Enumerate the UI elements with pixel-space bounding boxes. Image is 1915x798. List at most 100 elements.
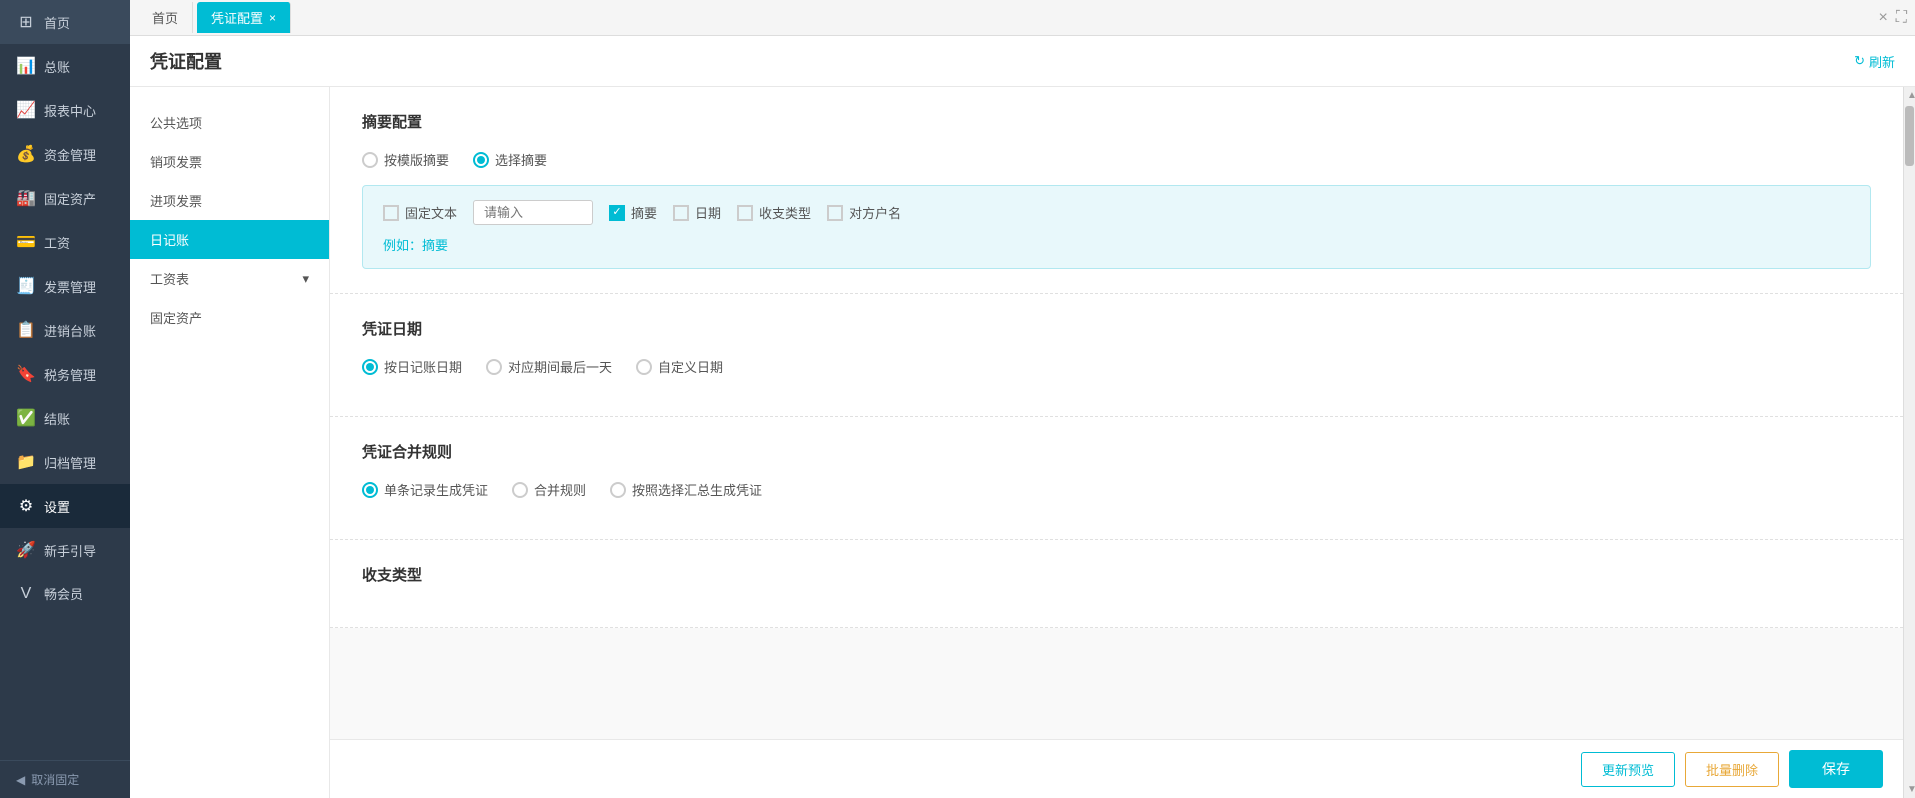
reports-icon: 📈 — [16, 100, 36, 120]
scrollbar-thumb[interactable] — [1905, 106, 1914, 166]
scroll-down-arrow[interactable]: ▼ — [1904, 781, 1915, 798]
sidebar-item-home[interactable]: ⊞首页 — [0, 0, 130, 44]
section-merge-rules: 凭证合并规则 单条记录生成凭证 合并规则 — [330, 417, 1903, 540]
radio-select-circle — [473, 152, 489, 168]
sidebar-label-archive: 归档管理 — [44, 453, 96, 472]
example-text: 例如：摘要 — [383, 235, 1850, 254]
merge-rules-radio-row: 单条记录生成凭证 合并规则 按照选择汇总生成凭证 — [362, 480, 1871, 499]
archive-icon: 📁 — [16, 452, 36, 472]
sidebar-item-settings[interactable]: ⚙设置 — [0, 484, 130, 528]
vip-icon: V — [16, 585, 36, 603]
sidebar-label-ledger: 总账 — [44, 57, 70, 76]
checkbox-date[interactable]: 日期 — [673, 203, 721, 222]
unpin-label: 取消固定 — [31, 771, 79, 788]
checkbox-income-type[interactable]: 收支类型 — [737, 203, 811, 222]
bottom-bar: 更新预览 批量删除 保存 — [330, 739, 1903, 798]
sidebar-item-settle[interactable]: ✅结账 — [0, 396, 130, 440]
tab-home[interactable]: 首页 — [138, 2, 193, 33]
left-nav-item-public[interactable]: 公共选项 — [130, 103, 329, 142]
checkbox-date-box — [673, 205, 689, 221]
left-nav-label-payroll: 工资表 — [150, 269, 189, 288]
tab-home-label: 首页 — [152, 11, 178, 26]
tab-voucher-config[interactable]: 凭证配置 × — [197, 2, 291, 33]
sidebar-item-funds[interactable]: 💰资金管理 — [0, 132, 130, 176]
scroll-up-arrow[interactable]: ▲ — [1904, 87, 1915, 104]
update-preview-button[interactable]: 更新预览 — [1581, 752, 1675, 787]
sidebar-item-assets[interactable]: 🏭固定资产 — [0, 176, 130, 220]
radio-merge-label: 合并规则 — [534, 480, 586, 499]
checkbox-fixed-text[interactable]: 固定文本 — [383, 203, 457, 222]
tab-bar: 首页 凭证配置 × × ⛶ — [130, 0, 1915, 36]
window-resize-btn[interactable]: ⛶ — [1896, 9, 1907, 27]
checkbox-counterparty-label: 对方户名 — [849, 203, 901, 222]
page-header: 凭证配置 ↻ 刷新 — [130, 36, 1915, 87]
window-close-btn[interactable]: × — [1878, 9, 1887, 27]
left-nav-item-fixed-assets[interactable]: 固定资产 — [130, 298, 329, 337]
sidebar-item-vip[interactable]: V畅会员 — [0, 572, 130, 615]
tab-bar-right: × ⛶ — [1878, 9, 1907, 27]
radio-select[interactable]: 选择摘要 — [473, 150, 547, 169]
window-scrollbar[interactable]: ▲ ▼ — [1903, 87, 1915, 798]
right-content: 摘要配置 按模版摘要 选择摘要 — [330, 87, 1903, 739]
radio-select-label: 选择摘要 — [495, 150, 547, 169]
settle-icon: ✅ — [16, 408, 36, 428]
refresh-button[interactable]: ↻ 刷新 — [1854, 52, 1895, 71]
radio-single[interactable]: 单条记录生成凭证 — [362, 480, 488, 499]
save-button[interactable]: 保存 — [1789, 750, 1883, 788]
left-nav-item-diary[interactable]: 日记账 — [130, 220, 329, 259]
example-label: 例如：摘要 — [383, 238, 448, 253]
sidebar-item-guide[interactable]: 🚀新手引导 — [0, 528, 130, 572]
fixed-text-input[interactable] — [473, 200, 593, 225]
batch-delete-button[interactable]: 批量删除 — [1685, 752, 1779, 787]
sidebar-label-tax: 税务管理 — [44, 365, 96, 384]
checkbox-counterparty[interactable]: 对方户名 — [827, 203, 901, 222]
body-layout: 公共选项销项发票进项发票日记账工资表▾固定资产 摘要配置 按模版摘要 — [130, 87, 1915, 798]
sidebar-item-invoice-mgr[interactable]: 🧾发票管理 — [0, 264, 130, 308]
invoice-mgr-icon: 🧾 — [16, 276, 36, 296]
radio-custom-date[interactable]: 自定义日期 — [636, 357, 723, 376]
sidebar-item-salary[interactable]: 💳工资 — [0, 220, 130, 264]
funds-icon: 💰 — [16, 144, 36, 164]
income-type-title: 收支类型 — [362, 564, 1871, 585]
main-area: 首页 凭证配置 × × ⛶ 凭证配置 ↻ 刷新 公共选项销项发票进项发票日记账工… — [130, 0, 1915, 798]
radio-custom-date-circle — [636, 359, 652, 375]
section-income-type: 收支类型 — [330, 540, 1903, 628]
sidebar-label-reports: 报表中心 — [44, 101, 96, 120]
radio-last-day[interactable]: 对应期间最后一天 — [486, 357, 612, 376]
sidebar-scroll: ⊞首页📊总账 📈 报表中心 💰资金管理🏭固定资产💳工资🧾发票管理📋进销台账 🔖 税务管理 ✅… — [0, 0, 130, 760]
tab-voucher-config-label: 凭证配置 — [211, 8, 263, 27]
left-nav-item-purchase-invoice[interactable]: 进项发票 — [130, 181, 329, 220]
sidebar-item-reports[interactable]: 📈 报表中心 — [0, 88, 130, 132]
sidebar-label-home: 首页 — [44, 13, 70, 32]
left-nav-item-payroll[interactable]: 工资表▾ — [130, 259, 329, 298]
radio-by-date[interactable]: 按日记账日期 — [362, 357, 462, 376]
checkbox-counterparty-box — [827, 205, 843, 221]
summary-config-box: 固定文本 摘要 日期 — [362, 185, 1871, 269]
refresh-icon: ↻ — [1854, 53, 1865, 69]
sidebar-item-archive[interactable]: 📁 归档管理 — [0, 440, 130, 484]
page-title: 凭证配置 — [150, 48, 222, 74]
sidebar-label-settings: 设置 — [44, 497, 70, 516]
checkbox-fixed-text-label: 固定文本 — [405, 203, 457, 222]
left-nav-label-purchase-invoice: 进项发票 — [150, 191, 202, 210]
radio-template[interactable]: 按模版摘要 — [362, 150, 449, 169]
tax-icon: 🔖 — [16, 364, 36, 384]
sidebar-item-tax[interactable]: 🔖 税务管理 — [0, 352, 130, 396]
checkbox-summary-label: 摘要 — [631, 203, 657, 222]
tab-close-icon[interactable]: × — [269, 11, 276, 25]
radio-select-merge[interactable]: 按照选择汇总生成凭证 — [610, 480, 762, 499]
sidebar-item-ledger[interactable]: 📊总账 — [0, 44, 130, 88]
page-content: 凭证配置 ↻ 刷新 公共选项销项发票进项发票日记账工资表▾固定资产 摘要配置 — [130, 36, 1915, 798]
checkbox-summary[interactable]: 摘要 — [609, 203, 657, 222]
radio-merge[interactable]: 合并规则 — [512, 480, 586, 499]
radio-by-date-circle — [362, 359, 378, 375]
summary-checkbox-row: 固定文本 摘要 日期 — [383, 200, 1850, 225]
left-nav-item-sales-invoice[interactable]: 销项发票 — [130, 142, 329, 181]
sidebar-item-trade-ledger[interactable]: 📋进销台账 — [0, 308, 130, 352]
unpin-button[interactable]: ◀ 取消固定 — [0, 760, 130, 798]
left-nav-label-diary: 日记账 — [150, 230, 189, 249]
radio-select-merge-label: 按照选择汇总生成凭证 — [632, 480, 762, 499]
radio-single-label: 单条记录生成凭证 — [384, 480, 488, 499]
sidebar-label-assets: 固定资产 — [44, 189, 96, 208]
radio-select-merge-circle — [610, 482, 626, 498]
